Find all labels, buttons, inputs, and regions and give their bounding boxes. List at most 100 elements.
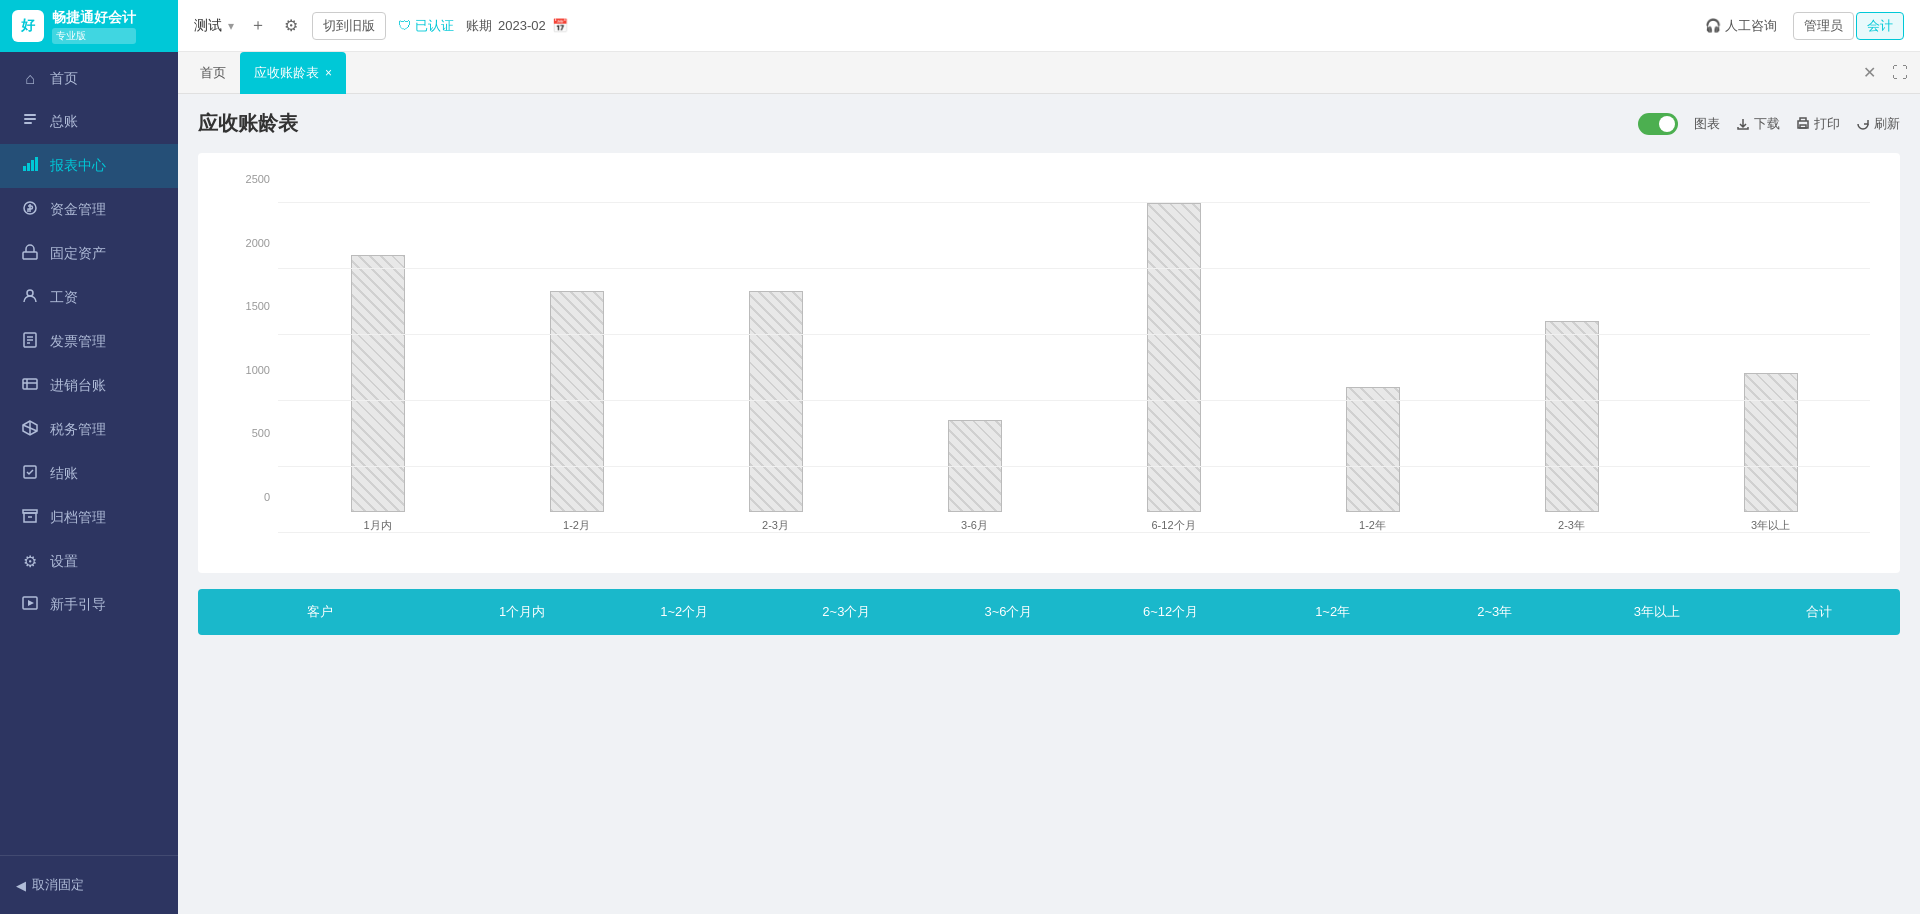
sidebar-item-label: 首页: [50, 70, 78, 88]
col-header-2-3month: 2~3个月: [765, 589, 927, 635]
sidebar-item-fund[interactable]: 资金管理: [0, 188, 178, 232]
workspace-selector[interactable]: 测试 ▾: [194, 17, 234, 35]
x-label-2-3year: 2-3年: [1558, 518, 1585, 533]
calendar-icon[interactable]: 📅: [552, 18, 568, 33]
tab-bar: 首页 应收账龄表 × ✕ ⛶: [178, 52, 1920, 94]
sidebar-item-archive[interactable]: 归档管理: [0, 496, 178, 540]
content-area: 首页 应收账龄表 × ✕ ⛶ 应收账龄表 图表 下载: [178, 52, 1920, 914]
admin-btn[interactable]: 管理员: [1793, 12, 1854, 40]
cancel-fixed-btn[interactable]: ◀ 取消固定: [0, 866, 178, 904]
chart-container: 0 500 1000 1500 2000 2500: [198, 153, 1900, 573]
add-btn[interactable]: ＋: [246, 11, 270, 40]
sidebar-item-label: 固定资产: [50, 245, 106, 263]
svg-rect-1: [24, 118, 36, 120]
verified-badge: 🛡 已认证: [398, 17, 454, 35]
pin-icon: ◀: [16, 878, 26, 893]
refresh-icon: [1856, 117, 1870, 131]
accountant-btn[interactable]: 会计: [1856, 12, 1904, 40]
tab-accounts-aging[interactable]: 应收账龄表 ×: [240, 52, 346, 94]
bar-group-3-6month: 3-6月: [875, 203, 1074, 533]
topbar: 测试 ▾ ＋ ⚙ 切到旧版 🛡 已认证 账期 2023-02 📅 🎧 人工咨询 …: [178, 0, 1920, 52]
tab-bar-right: ✕ ⛶: [1859, 61, 1912, 84]
y-label-2000: 2000: [228, 237, 278, 249]
x-label-3-6month: 3-6月: [961, 518, 988, 533]
sidebar-item-tax[interactable]: 税务管理: [0, 408, 178, 452]
support-btn[interactable]: 🎧 人工咨询: [1705, 17, 1777, 35]
col-header-3plus-year: 3年以上: [1576, 589, 1738, 635]
sidebar-item-label: 总账: [50, 113, 78, 131]
tab-home[interactable]: 首页: [186, 52, 240, 94]
sidebar-item-label: 归档管理: [50, 509, 106, 527]
verified-text: 已认证: [415, 17, 454, 35]
sidebar-item-ledger[interactable]: 总账: [0, 100, 178, 144]
sidebar-item-trade[interactable]: 进销台账: [0, 364, 178, 408]
x-label-1-2year: 1-2年: [1359, 518, 1386, 533]
trade-icon: [20, 376, 40, 396]
sidebar-item-asset[interactable]: 固定资产: [0, 232, 178, 276]
bar-group-1month: 1月内: [278, 203, 477, 533]
bar-3plus-year: [1744, 373, 1798, 512]
y-axis: 0 500 1000 1500 2000 2500: [228, 173, 278, 503]
cancel-fixed-label: 取消固定: [32, 876, 84, 894]
bar-6-12month: [1147, 203, 1201, 512]
bar-group-2-3year: 2-3年: [1472, 203, 1671, 533]
print-btn[interactable]: 打印: [1796, 115, 1840, 133]
y-label-1000: 1000: [228, 364, 278, 376]
tax-icon: [20, 420, 40, 440]
sidebar-item-label: 资金管理: [50, 201, 106, 219]
x-label-1month: 1月内: [363, 518, 391, 533]
sidebar-nav: ⌂ 首页 总账 报表中心 资金管理: [0, 52, 178, 855]
tab-close-btn[interactable]: ✕: [1859, 61, 1880, 84]
guide-icon: [20, 595, 40, 615]
col-header-total: 合计: [1738, 589, 1900, 635]
home-icon: ⌂: [20, 70, 40, 88]
sidebar-item-guide[interactable]: 新手引导: [0, 583, 178, 627]
app-name: 畅捷通好会计: [52, 8, 136, 26]
page-content: 应收账龄表 图表 下载 打印 刷新: [178, 94, 1920, 914]
y-label-500: 500: [228, 427, 278, 439]
ledger-icon: [20, 112, 40, 132]
x-label-6-12month: 6-12个月: [1151, 518, 1195, 533]
chart-plot: 1月内 1-2月 2-3月 3-6月: [278, 203, 1870, 533]
tab-close-icon[interactable]: ×: [325, 66, 332, 80]
svg-rect-3: [23, 166, 26, 171]
svg-rect-24: [1800, 125, 1806, 128]
sidebar-item-wage[interactable]: 工资: [0, 276, 178, 320]
tab-home-label: 首页: [200, 64, 226, 82]
settings-btn[interactable]: ⚙: [280, 12, 302, 39]
sidebar-item-report[interactable]: 报表中心: [0, 144, 178, 188]
archive-icon: [20, 508, 40, 528]
bar-group-1-2month: 1-2月: [477, 203, 676, 533]
bar-1-2month: [550, 291, 604, 512]
svg-rect-2: [24, 122, 32, 124]
chart-area: 0 500 1000 1500 2000 2500: [228, 173, 1870, 533]
sidebar-item-settings[interactable]: ⚙ 设置: [0, 540, 178, 583]
table-container: 客户 1个月内 1~2个月 2~3个月 3~6个月 6~12个月 1~2年 2~…: [198, 589, 1900, 635]
app-logo: 好 畅捷通好会计 专业版: [0, 0, 178, 52]
bar-group-2-3month: 2-3月: [676, 203, 875, 533]
app-edition: 专业版: [52, 28, 136, 44]
tab-expand-btn[interactable]: ⛶: [1888, 62, 1912, 84]
settle-icon: [20, 464, 40, 484]
refresh-btn[interactable]: 刷新: [1856, 115, 1900, 133]
sidebar-item-home[interactable]: ⌂ 首页: [0, 58, 178, 100]
col-header-1-2month: 1~2个月: [603, 589, 765, 635]
y-label-2500: 2500: [228, 173, 278, 185]
sidebar-item-label: 工资: [50, 289, 78, 307]
svg-rect-14: [23, 379, 37, 389]
bar-1month: [351, 255, 405, 512]
x-label-2-3month: 2-3月: [762, 518, 789, 533]
download-btn[interactable]: 下载: [1736, 115, 1780, 133]
sidebar-item-settle[interactable]: 结账: [0, 452, 178, 496]
bar-group-6-12month: 6-12个月: [1074, 203, 1273, 533]
sidebar-item-invoice[interactable]: 发票管理: [0, 320, 178, 364]
bar-group-1-2year: 1-2年: [1273, 203, 1472, 533]
col-header-1month: 1个月内: [441, 589, 603, 635]
chart-toggle[interactable]: [1638, 113, 1678, 135]
chart-label: 图表: [1694, 115, 1720, 133]
svg-point-9: [27, 290, 33, 296]
switch-version-btn[interactable]: 切到旧版: [312, 12, 386, 40]
period-value: 2023-02: [498, 18, 546, 33]
sidebar-item-label: 税务管理: [50, 421, 106, 439]
period-label: 账期: [466, 17, 492, 35]
